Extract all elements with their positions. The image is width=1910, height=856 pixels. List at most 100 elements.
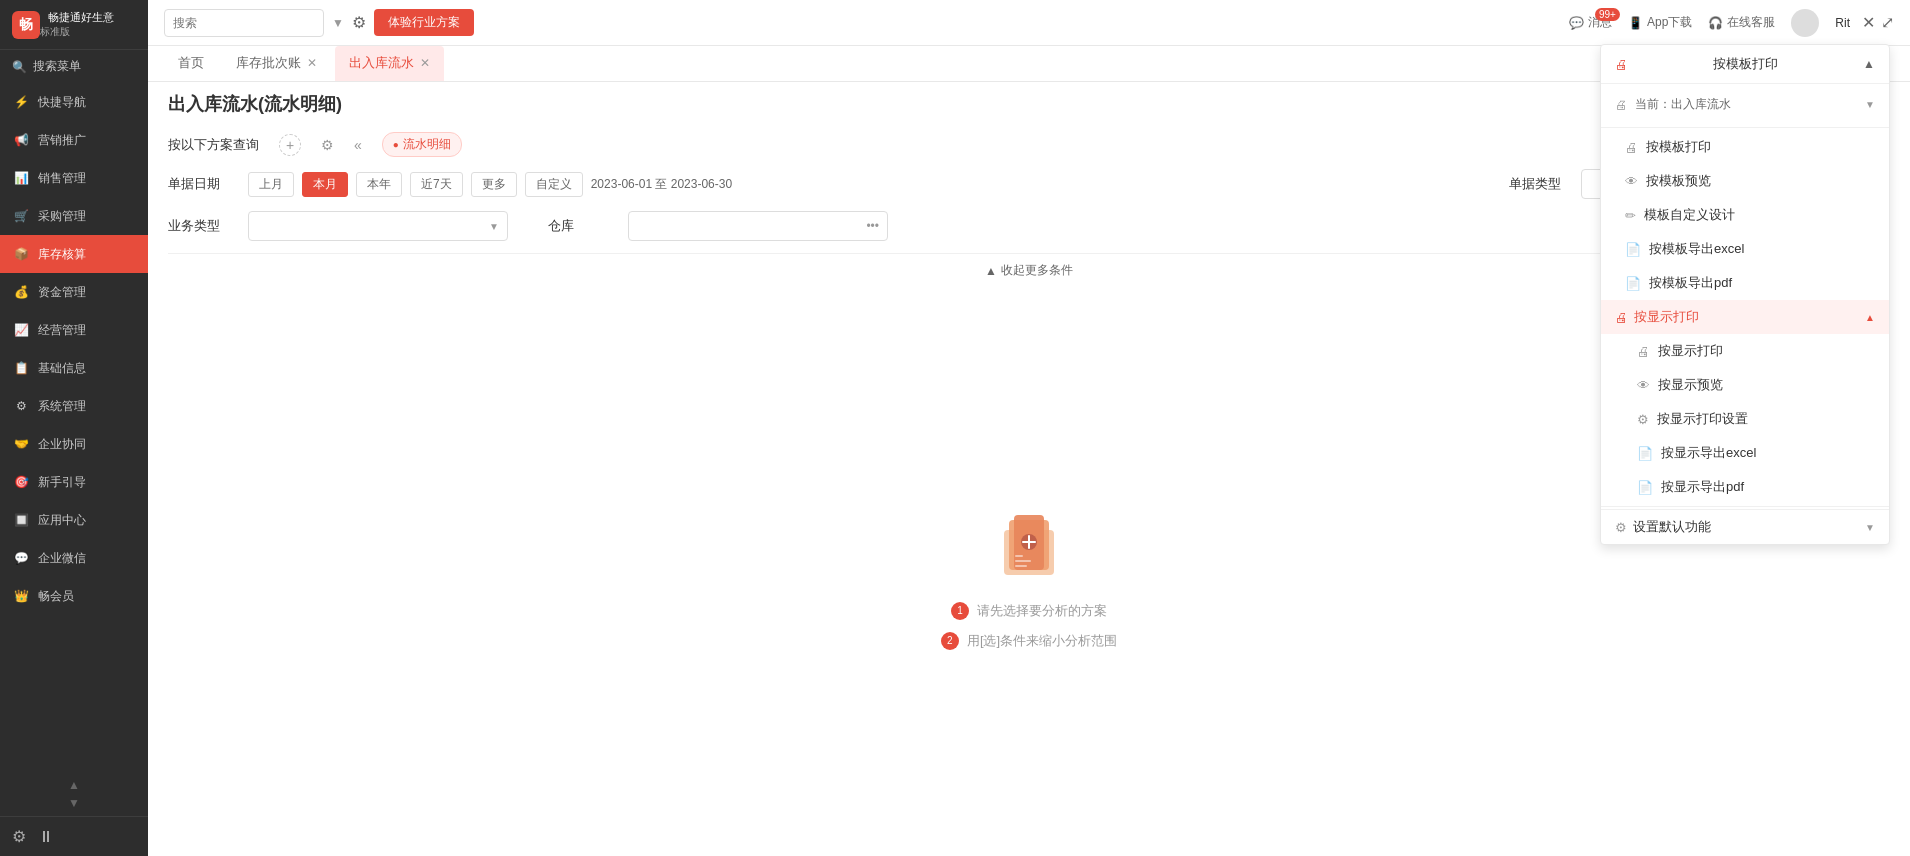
template-custom-icon: ✏ — [1625, 208, 1636, 223]
sidebar-item-quicknav[interactable]: ⚡ 快捷导航 — [0, 83, 148, 121]
headset-icon: 🎧 — [1708, 16, 1723, 30]
date-prev-month-btn[interactable]: 上月 — [248, 172, 294, 197]
operations-icon: 📈 — [12, 321, 30, 339]
dropdown-footer-item[interactable]: ⚙ 设置默认功能 ▼ — [1601, 509, 1889, 544]
pause-icon[interactable]: ⏸ — [38, 828, 54, 846]
sidebar-item-guide[interactable]: 🎯 新手引导 — [0, 463, 148, 501]
dropdown-display-pdf-item[interactable]: 📄 按显示导出pdf — [1601, 470, 1889, 504]
sidebar-item-finance[interactable]: 💰 资金管理 — [0, 273, 148, 311]
dropdown-template-excel-item[interactable]: 📄 按模板导出excel — [1601, 232, 1889, 266]
filter-gear-icon[interactable]: ⚙ — [321, 137, 334, 153]
date-label: 单据日期 — [168, 175, 228, 193]
sidebar-item-system[interactable]: ⚙ 系统管理 — [0, 387, 148, 425]
template-pdf-icon: 📄 — [1625, 276, 1641, 291]
display-settings-icon: ⚙ — [1637, 412, 1649, 427]
collapse-arrow-icon: ▲ — [985, 264, 997, 278]
svg-rect-5 — [1028, 535, 1030, 549]
tab-home[interactable]: 首页 — [164, 46, 218, 81]
maximize-window-btn[interactable]: ⤢ — [1881, 13, 1894, 32]
members-icon: 👑 — [12, 587, 30, 605]
app-download-btn[interactable]: 📱 App下载 — [1628, 14, 1692, 31]
industry-btn[interactable]: 体验行业方案 — [374, 9, 474, 36]
username-label[interactable]: Rit — [1835, 16, 1850, 30]
filter-scheme-label: 按以下方案查询 — [168, 136, 259, 154]
divider-2 — [1601, 506, 1889, 507]
tab-batch[interactable]: 库存批次账 ✕ — [222, 46, 331, 81]
dropdown-template-preview-item[interactable]: 👁 按模板预览 — [1601, 164, 1889, 198]
phone-icon: 📱 — [1628, 16, 1643, 30]
sidebar-item-sales[interactable]: 📊 销售管理 — [0, 159, 148, 197]
dropdown-display-settings-item[interactable]: ⚙ 按显示打印设置 — [1601, 402, 1889, 436]
dropdown-current-item[interactable]: 🖨 当前：出入库流水 ▼ — [1601, 88, 1889, 121]
sidebar-scroll-arrows: ▲ ▼ — [0, 772, 148, 816]
user-avatar[interactable] — [1791, 9, 1819, 37]
date-this-year-btn[interactable]: 本年 — [356, 172, 402, 197]
dropdown-template-print-item[interactable]: 🖨 按模板打印 — [1601, 130, 1889, 164]
inventory-icon: 📦 — [12, 245, 30, 263]
sidebar-bottom: ⚙ ⏸ — [0, 816, 148, 856]
quicknav-icon: ⚡ — [12, 93, 30, 111]
messages-badge: 99+ — [1595, 8, 1620, 21]
sidebar-item-wechat[interactable]: 💬 企业微信 — [0, 539, 148, 577]
display-print-icon: 🖨 — [1637, 344, 1650, 359]
sidebar-item-basic[interactable]: 📋 基础信息 — [0, 349, 148, 387]
main-area: ▼ ⚙ 体验行业方案 💬 消息 99+ 📱 App下载 🎧 在线客服 Rit ✕… — [148, 0, 1910, 856]
dropdown-template-pdf-item[interactable]: 📄 按模板导出pdf — [1601, 266, 1889, 300]
sidebar-item-purchase[interactable]: 🛒 采购管理 — [0, 197, 148, 235]
business-type-select[interactable]: ▼ — [248, 211, 508, 241]
step-num-2: 2 — [941, 632, 959, 650]
empty-state-illustration — [989, 510, 1069, 590]
scroll-down-arrow[interactable]: ▼ — [66, 794, 82, 812]
collab-icon: 🤝 — [12, 435, 30, 453]
dropdown-display-print-item[interactable]: 🖨 按显示打印 — [1601, 334, 1889, 368]
dropdown-template-custom-item[interactable]: ✏ 模板自定义设计 — [1601, 198, 1889, 232]
settings-bottom-icon[interactable]: ⚙ — [12, 827, 26, 846]
filter-tag[interactable]: ● 流水明细 — [382, 132, 462, 157]
topbar-search-input[interactable] — [164, 9, 324, 37]
sidebar-search[interactable]: 🔍 搜索菜单 — [0, 50, 148, 83]
sidebar-item-collab[interactable]: 🤝 企业协同 — [0, 425, 148, 463]
filter-collapse-icon[interactable]: « — [354, 137, 362, 153]
dropdown-display-preview-item[interactable]: 👁 按显示预览 — [1601, 368, 1889, 402]
sidebar-item-inventory[interactable]: 📦 库存核算 — [0, 235, 148, 273]
tab-flow-close[interactable]: ✕ — [420, 56, 430, 70]
message-icon: 💬 — [1569, 16, 1584, 30]
business-type-label: 业务类型 — [168, 217, 228, 235]
display-print-group-icon: 🖨 — [1615, 310, 1628, 325]
system-icon: ⚙ — [12, 397, 30, 415]
messages-btn[interactable]: 💬 消息 99+ — [1569, 14, 1612, 31]
logo-icon: 畅 — [12, 11, 40, 39]
date-this-month-btn[interactable]: 本月 — [302, 172, 348, 197]
date-more-btn[interactable]: 更多 — [471, 172, 517, 197]
dropdown-footer-arrow: ▼ — [1865, 522, 1875, 533]
sidebar-item-operations[interactable]: 📈 经营管理 — [0, 311, 148, 349]
scroll-up-arrow[interactable]: ▲ — [66, 776, 82, 794]
warehouse-select[interactable]: ••• — [628, 211, 888, 241]
dropdown-display-excel-item[interactable]: 📄 按显示导出excel — [1601, 436, 1889, 470]
sidebar-item-members[interactable]: 👑 畅会员 — [0, 577, 148, 615]
tab-flow[interactable]: 出入库流水 ✕ — [335, 46, 444, 81]
display-pdf-icon: 📄 — [1637, 480, 1653, 495]
display-excel-icon: 📄 — [1637, 446, 1653, 461]
sidebar-item-apps[interactable]: 🔲 应用中心 — [0, 501, 148, 539]
topbar-left: ▼ ⚙ 体验行业方案 — [164, 9, 1557, 37]
empty-step-1: 1 请先选择要分析的方案 — [951, 602, 1107, 620]
topbar-gear-icon[interactable]: ⚙ — [352, 13, 366, 32]
warehouse-label: 仓库 — [548, 217, 608, 235]
add-filter-btn[interactable]: + — [279, 134, 301, 156]
sidebar-item-marketing[interactable]: 📢 营销推广 — [0, 121, 148, 159]
date-controls: 上月 本月 本年 近7天 更多 自定义 2023-06-01 至 2023-06… — [248, 172, 1489, 197]
date-custom-btn[interactable]: 自定义 — [525, 172, 583, 197]
dropdown-display-group-header[interactable]: 🖨 按显示打印 ▲ — [1601, 300, 1889, 334]
online-service-btn[interactable]: 🎧 在线客服 — [1708, 14, 1775, 31]
page-title: 出入库流水(流水明细) — [168, 94, 342, 114]
filter-tag-icon: ● — [393, 139, 399, 150]
display-preview-icon: 👁 — [1637, 378, 1650, 393]
date-last7-btn[interactable]: 近7天 — [410, 172, 463, 197]
topbar-dropdown-arrow[interactable]: ▼ — [332, 16, 344, 30]
date-range-display: 2023-06-01 至 2023-06-30 — [591, 176, 732, 193]
tab-batch-close[interactable]: ✕ — [307, 56, 317, 70]
settings-default-icon: ⚙ — [1615, 520, 1627, 535]
close-window-btn[interactable]: ✕ — [1862, 13, 1875, 32]
apps-icon: 🔲 — [12, 511, 30, 529]
